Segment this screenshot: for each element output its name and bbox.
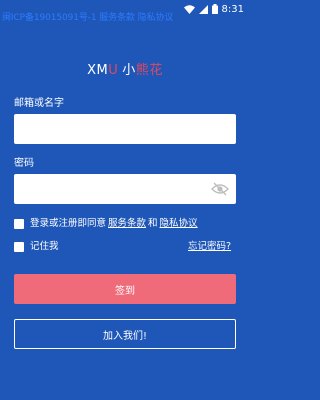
agreement-and: 和 (148, 218, 158, 229)
remember-row: 记住我 (14, 241, 59, 253)
show-password-icon[interactable] (211, 182, 229, 196)
icp-license-link[interactable]: 闽ICP备19015091号-1 服务条款 隐私协议 (2, 13, 173, 23)
wifi-icon (183, 4, 195, 14)
logo-part-4: 熊花 (135, 63, 163, 78)
password-label: 密码 (14, 158, 34, 169)
battery-icon (211, 4, 218, 14)
status-bar: 闽ICP备19015091号-1 服务条款 隐私协议 8:31 (0, 0, 250, 24)
remember-checkbox[interactable] (14, 242, 24, 252)
app-logo-text: XMU 小熊花 (0, 63, 250, 79)
status-icons: 8:31 (183, 2, 244, 16)
agreement-row: 登录或注册即同意 服务条款 和 隐私协议 (14, 218, 200, 230)
terms-link[interactable]: 服务条款 (108, 218, 146, 230)
logo-part-3: 小 (122, 63, 136, 78)
forgot-password-link[interactable]: 忘记密码? (188, 241, 231, 253)
email-field[interactable] (14, 114, 236, 144)
privacy-link[interactable]: 隐私协议 (160, 218, 198, 230)
login-button[interactable]: 签到 (14, 274, 236, 304)
agreement-prefix: 登录或注册即同意 (30, 218, 107, 229)
agreement-checkbox[interactable] (14, 219, 24, 229)
email-label: 邮箱或名字 (14, 98, 64, 109)
login-screen: 闽ICP备19015091号-1 服务条款 隐私协议 8:31 XMU 小熊花 邮… (0, 0, 250, 400)
remember-label: 记住我 (30, 241, 59, 252)
password-field[interactable] (14, 174, 236, 204)
signal-icon (198, 4, 208, 14)
join-button[interactable]: 加入我们! (14, 319, 236, 349)
logo-part-1: XM (87, 63, 109, 78)
clock: 8:31 (221, 3, 244, 15)
logo-part-2: U (108, 63, 119, 78)
